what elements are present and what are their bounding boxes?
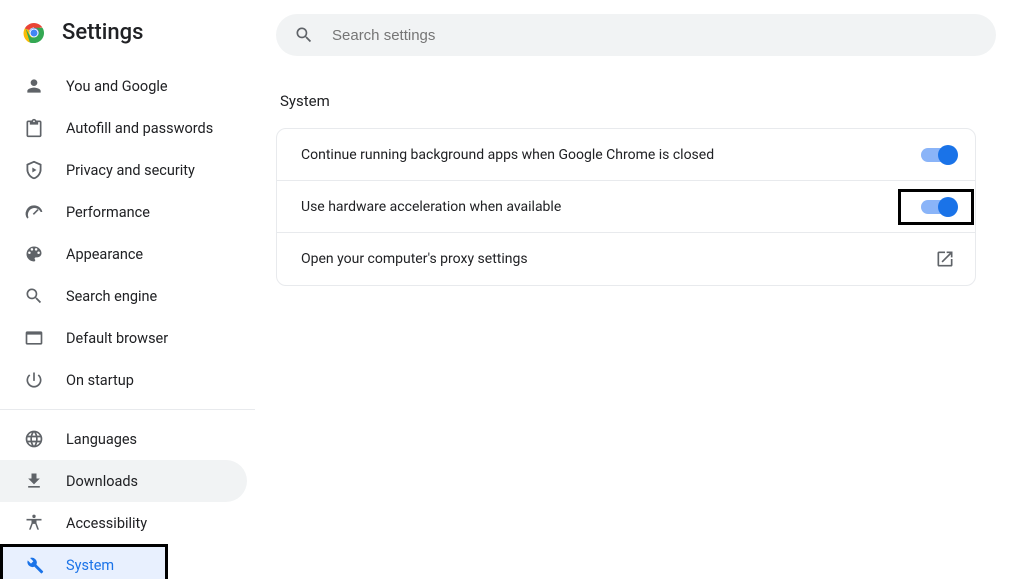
- person-icon: [24, 76, 44, 96]
- sidebar-item-label: Privacy and security: [66, 162, 195, 179]
- sidebar-header: Settings: [0, 0, 255, 65]
- nav-list-primary: You and Google Autofill and passwords Pr…: [0, 65, 255, 401]
- sidebar-item-default-browser[interactable]: Default browser: [0, 317, 247, 359]
- sidebar-item-label: On startup: [66, 372, 134, 389]
- wrench-icon: [24, 555, 44, 575]
- sidebar-item-autofill[interactable]: Autofill and passwords: [0, 107, 247, 149]
- download-icon: [24, 471, 44, 491]
- section-title: System: [280, 92, 996, 110]
- sidebar-item-label: Autofill and passwords: [66, 120, 213, 137]
- row-hardware-acceleration: Use hardware acceleration when available: [277, 181, 975, 233]
- row-background-apps: Continue running background apps when Go…: [277, 129, 975, 181]
- row-proxy-settings[interactable]: Open your computer's proxy settings: [277, 233, 975, 285]
- row-label: Continue running background apps when Go…: [301, 147, 714, 163]
- sidebar-item-label: Search engine: [66, 288, 157, 305]
- sidebar-item-performance[interactable]: Performance: [0, 191, 247, 233]
- sidebar-item-accessibility[interactable]: Accessibility: [0, 502, 247, 544]
- clipboard-icon: [24, 118, 44, 138]
- row-label: Use hardware acceleration when available: [301, 199, 561, 215]
- power-icon: [24, 370, 44, 390]
- search-bar[interactable]: [276, 14, 996, 56]
- sidebar-item-appearance[interactable]: Appearance: [0, 233, 247, 275]
- sidebar-item-downloads[interactable]: Downloads: [0, 460, 247, 502]
- sidebar-item-you-and-google[interactable]: You and Google: [0, 65, 247, 107]
- shield-icon: [24, 160, 44, 180]
- sidebar-item-system[interactable]: System: [0, 544, 168, 579]
- speedometer-icon: [24, 202, 44, 222]
- sidebar-item-on-startup[interactable]: On startup: [0, 359, 247, 401]
- sidebar-item-label: Appearance: [66, 246, 143, 263]
- sidebar-item-privacy[interactable]: Privacy and security: [0, 149, 247, 191]
- sidebar-item-languages[interactable]: Languages: [0, 418, 247, 460]
- sidebar-item-label: Accessibility: [66, 515, 147, 532]
- palette-icon: [24, 244, 44, 264]
- search-icon: [24, 286, 44, 306]
- globe-icon: [24, 429, 44, 449]
- external-link-icon: [935, 249, 955, 269]
- sidebar-item-label: Performance: [66, 204, 150, 221]
- sidebar-item-label: System: [66, 557, 114, 574]
- nav-list-secondary: Languages Downloads Accessibility System: [0, 418, 255, 579]
- browser-icon: [24, 328, 44, 348]
- chrome-logo-icon: [22, 21, 46, 45]
- toggle-hardware-acceleration[interactable]: [921, 200, 955, 214]
- sidebar-item-label: Downloads: [66, 473, 138, 490]
- settings-card: Continue running background apps when Go…: [276, 128, 976, 286]
- sidebar-item-label: You and Google: [66, 78, 168, 95]
- search-icon: [294, 25, 314, 45]
- page-title: Settings: [62, 20, 143, 45]
- sidebar-item-label: Languages: [66, 431, 137, 448]
- accessibility-icon: [24, 513, 44, 533]
- search-input[interactable]: [332, 27, 978, 44]
- highlight-box: [898, 189, 974, 225]
- sidebar-item-search-engine[interactable]: Search engine: [0, 275, 247, 317]
- sidebar-item-label: Default browser: [66, 330, 168, 347]
- sidebar: Settings You and Google Autofill and pas…: [0, 0, 256, 579]
- toggle-background-apps[interactable]: [921, 148, 955, 162]
- row-label: Open your computer's proxy settings: [301, 251, 528, 267]
- nav-divider: [0, 409, 255, 410]
- main-content: System Continue running background apps …: [256, 0, 1024, 579]
